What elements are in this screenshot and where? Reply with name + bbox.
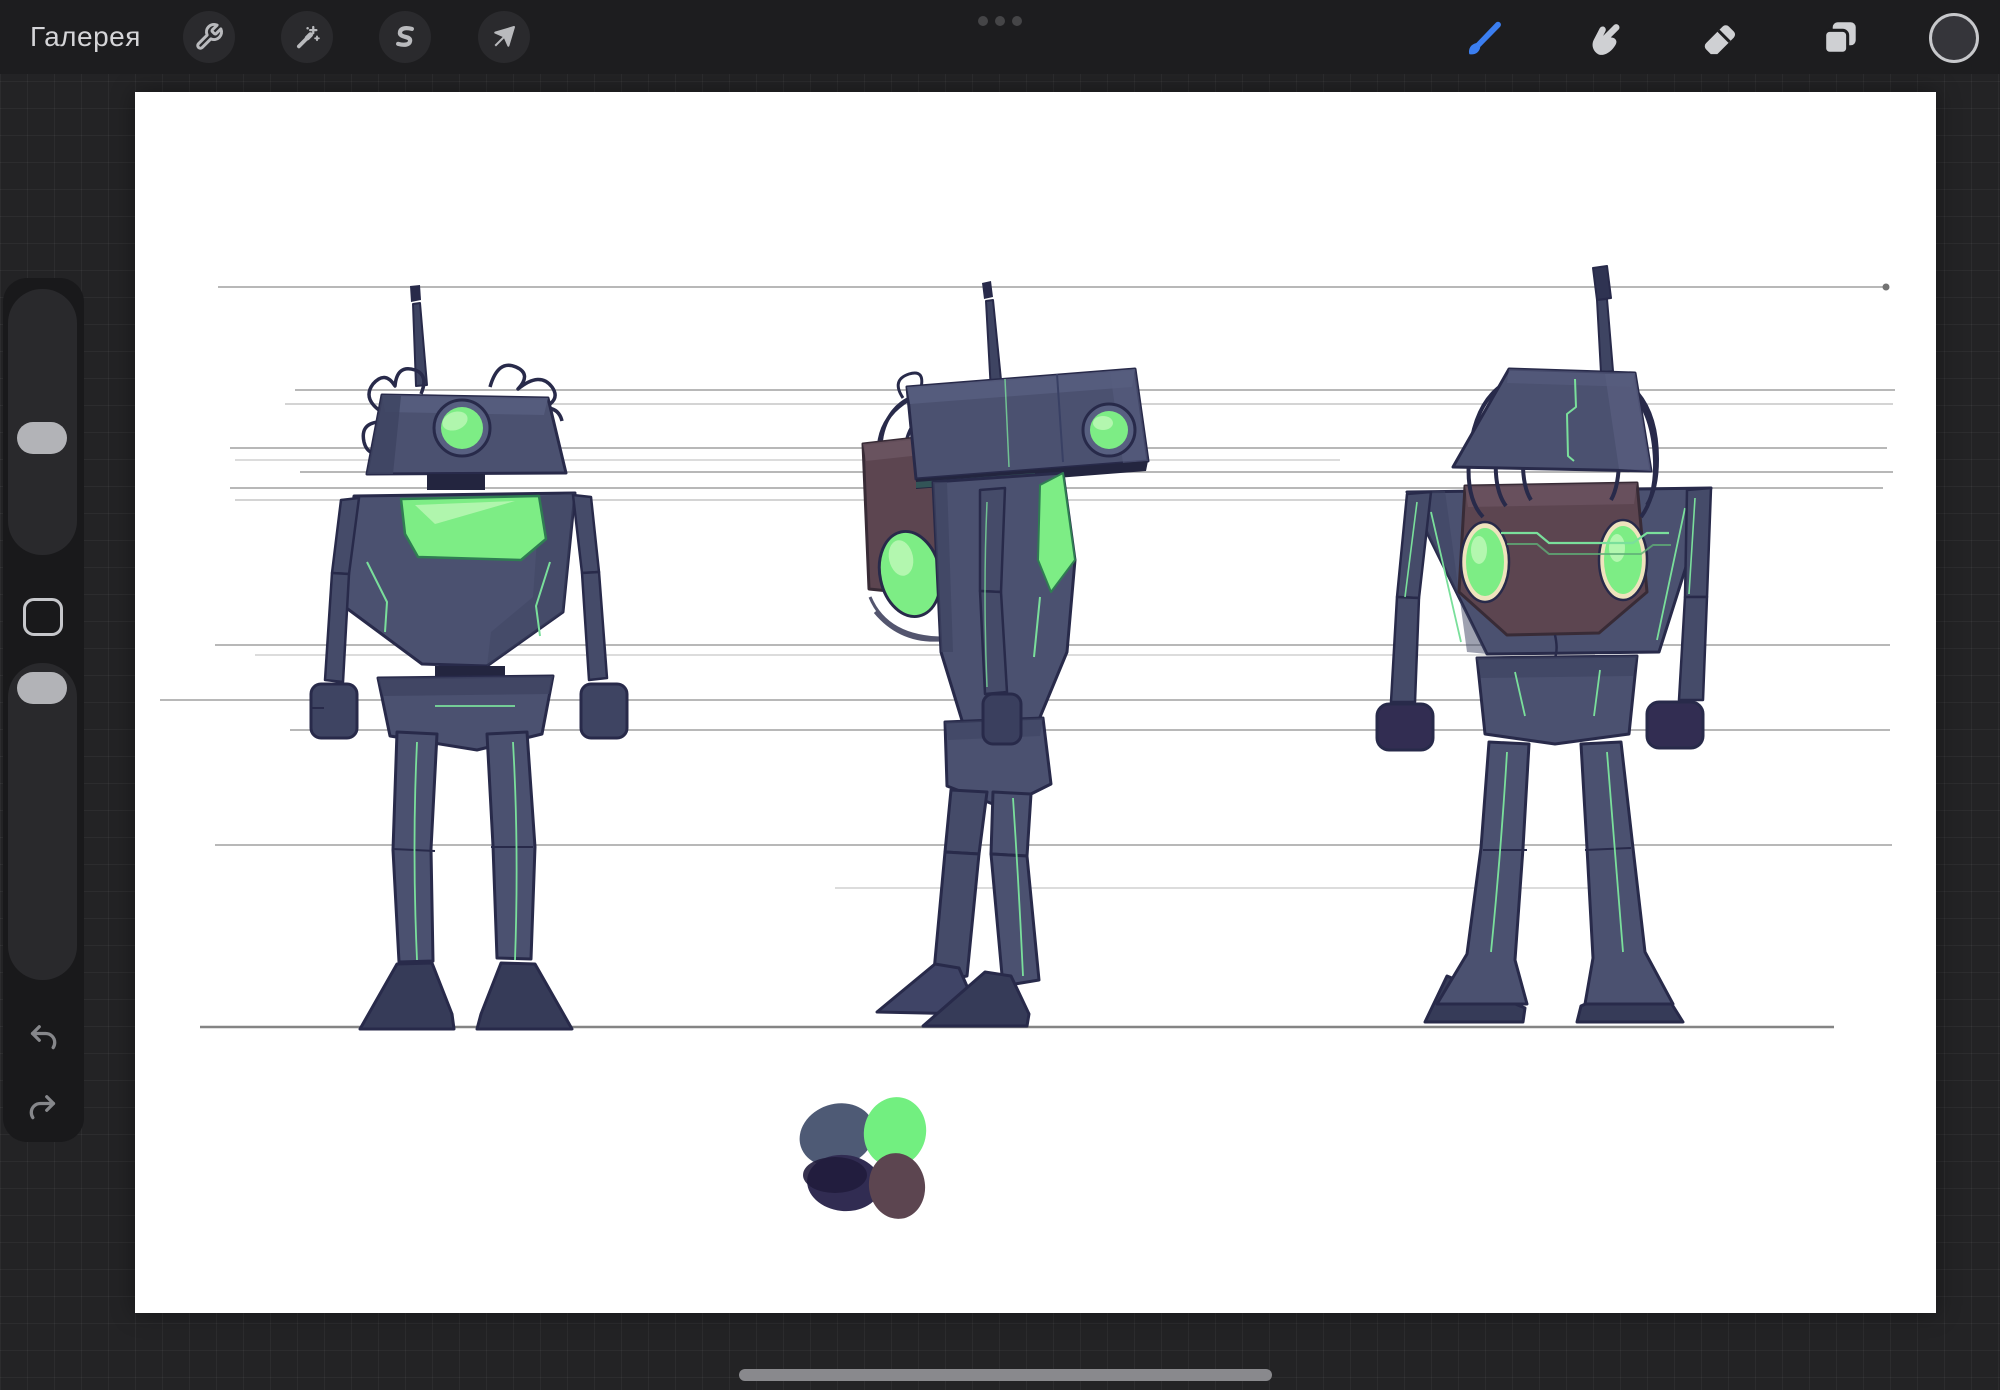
dot: [978, 16, 988, 26]
artwork-robot-turnaround: [160, 265, 1895, 1219]
palette-swatch-maroon: [868, 1153, 926, 1219]
home-indicator[interactable]: [739, 1369, 1272, 1381]
redo-arrow-icon: [29, 1095, 56, 1120]
drawing-canvas[interactable]: [135, 92, 1936, 1313]
undo-button[interactable]: [24, 1020, 62, 1056]
color-palette-blob: [799, 1097, 927, 1219]
brush-icon: [1468, 21, 1501, 55]
top-toolbar: Галерея: [0, 0, 2000, 74]
side-toolbar: [3, 278, 84, 1142]
robot-front-view: [309, 285, 629, 1031]
gallery-button[interactable]: Галерея: [30, 0, 141, 74]
current-color-circle: [1929, 13, 1979, 63]
adjustments-button[interactable]: [281, 11, 333, 63]
eraser-button[interactable]: [1695, 13, 1745, 63]
layers-icon: [1823, 22, 1856, 55]
smudge-button[interactable]: [1581, 13, 1631, 63]
robot-side-view: [861, 281, 1150, 1028]
brush-size-slider[interactable]: [8, 289, 77, 555]
brush-size-handle[interactable]: [17, 422, 67, 454]
opacity-slider[interactable]: [8, 663, 77, 980]
multitask-indicator-dots: [978, 16, 1022, 26]
robot-back-view: [1375, 265, 1713, 1024]
modify-button[interactable]: [23, 598, 63, 636]
transform-button[interactable]: [478, 11, 530, 63]
s-curve-icon: [396, 26, 414, 47]
magic-wand-icon: [297, 25, 320, 49]
color-swatch-button[interactable]: [1929, 13, 1979, 63]
dot: [1012, 16, 1022, 26]
layers-button[interactable]: [1815, 13, 1865, 63]
undo-arrow-icon: [30, 1025, 57, 1050]
arrow-cursor-icon: [494, 26, 515, 47]
eraser-icon: [1704, 25, 1736, 55]
opacity-handle[interactable]: [17, 672, 67, 704]
actions-button[interactable]: [183, 11, 235, 63]
palette-swatch-navy-dark: [803, 1157, 867, 1193]
dot: [995, 16, 1005, 26]
redo-button[interactable]: [24, 1090, 62, 1126]
selection-button[interactable]: [379, 11, 431, 63]
finger-icon: [1592, 24, 1620, 55]
wrench-icon: [196, 23, 223, 50]
brush-button[interactable]: [1460, 13, 1510, 63]
